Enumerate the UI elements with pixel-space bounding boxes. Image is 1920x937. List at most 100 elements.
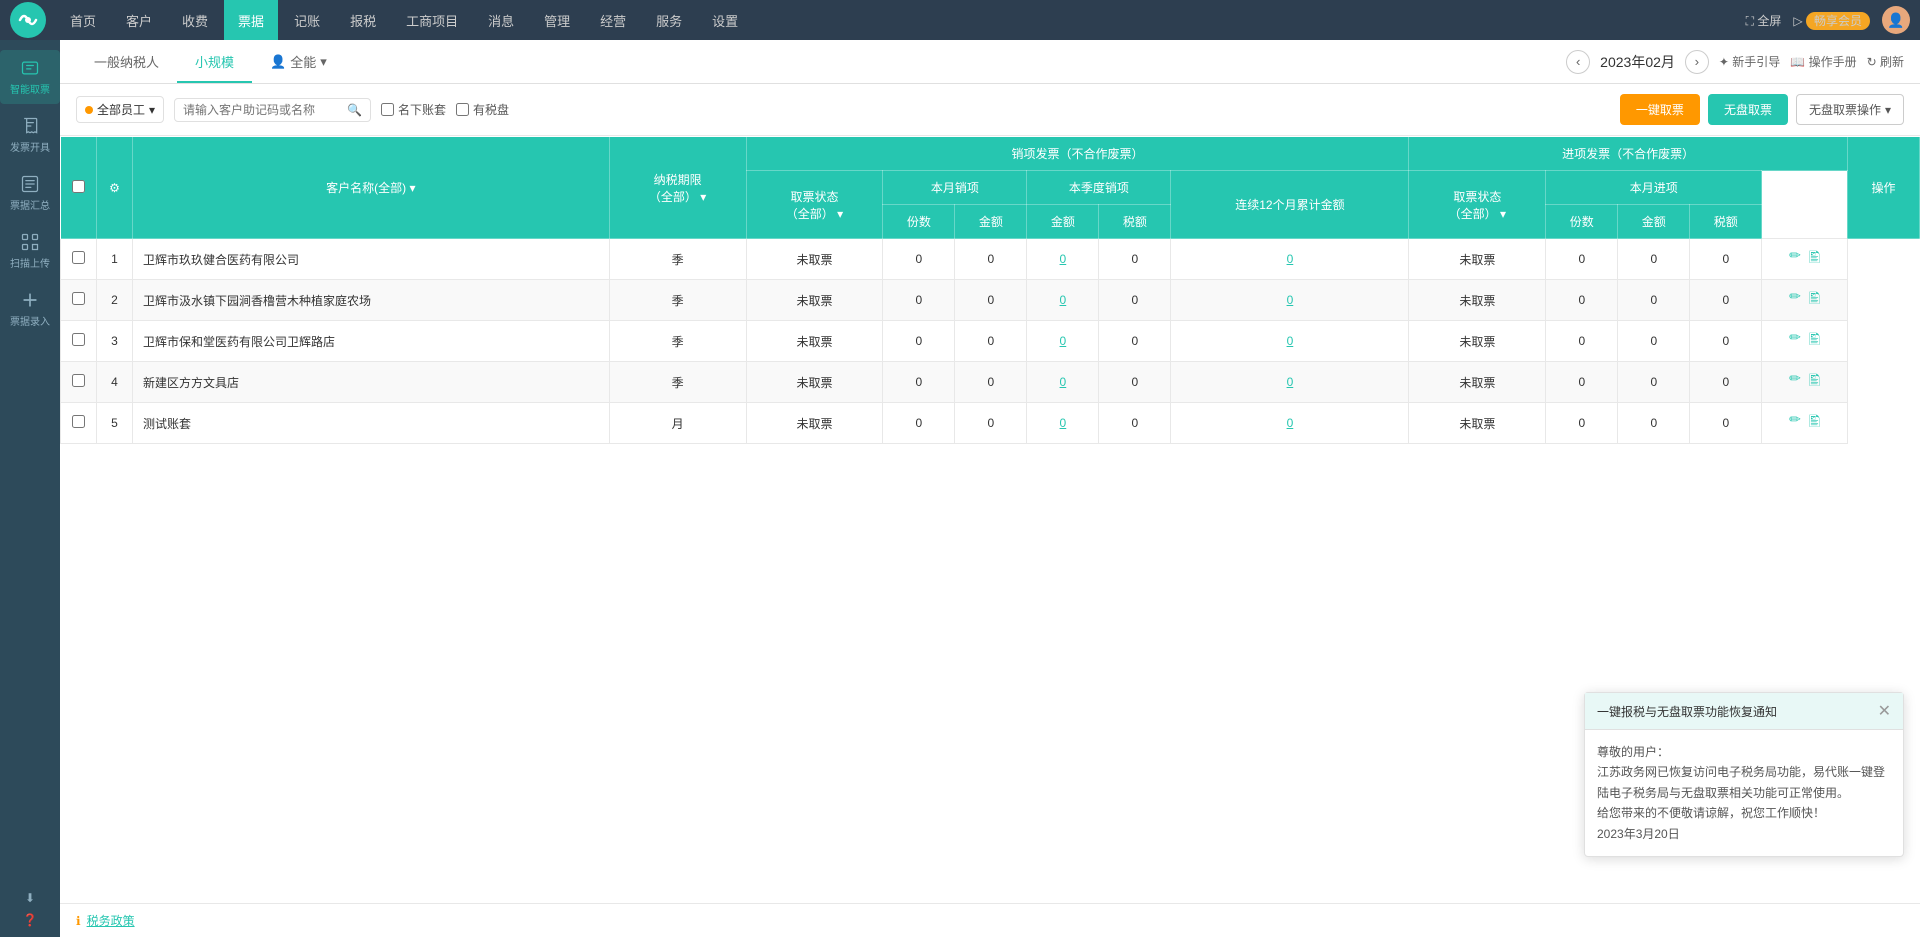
sidebar-item-scan[interactable]: 扫描上传 [0, 224, 60, 278]
col-purchase-count: 份数 [1546, 205, 1618, 239]
sidebar-item-smart-ticket[interactable]: 智能取票 [0, 50, 60, 104]
col-setting: ⚙ [97, 137, 133, 239]
refresh-link[interactable]: ↻ 刷新 [1867, 53, 1904, 70]
col-purchase-tax: 税额 [1690, 205, 1762, 239]
checkbox-own-account[interactable]: 名下账套 [381, 101, 446, 118]
user-avatar[interactable]: 👤 [1882, 6, 1910, 34]
row-sales-12month-1: 0 [1171, 280, 1409, 321]
sidebar-help[interactable]: ❓ [23, 913, 38, 927]
row-checkbox-4[interactable] [61, 403, 97, 444]
view-icon-4[interactable]: 🖺 [1809, 411, 1820, 435]
bottom-bar: ℹ 税务政策 [60, 903, 1920, 937]
row-actions-0: ✏ 🖺 [1762, 239, 1848, 280]
one-click-button[interactable]: 一键取票 [1620, 94, 1700, 125]
tax-policy-link[interactable]: 税务政策 [87, 912, 135, 929]
row-checkbox-2[interactable] [61, 321, 97, 362]
nav-home[interactable]: 首页 [56, 0, 110, 40]
sidebar-label-summary: 票据汇总 [10, 197, 50, 212]
view-icon-2[interactable]: 🖺 [1809, 329, 1820, 353]
tab-small[interactable]: 小规模 [177, 42, 252, 83]
row-sales-12month-4: 0 [1171, 403, 1409, 444]
search-icon[interactable]: 🔍 [347, 103, 362, 117]
manual-link[interactable]: 📖 操作手册 [1790, 53, 1856, 70]
row-purchase-status-4: 未取票 [1409, 403, 1546, 444]
period-prev-button[interactable]: ‹ [1566, 50, 1590, 74]
period-next-button[interactable]: › [1685, 50, 1709, 74]
edit-icon-1[interactable]: ✏ [1789, 288, 1801, 312]
row-purchase-tax-0: 0 [1690, 239, 1762, 280]
nav-manage[interactable]: 管理 [530, 0, 584, 40]
new-guide-link[interactable]: ✦ 新手引导 [1719, 53, 1780, 70]
nav-business[interactable]: 工商项目 [392, 0, 472, 40]
sidebar-download[interactable]: ⬇ [25, 891, 35, 905]
row-sales-season-tax-1: 0 [1099, 280, 1171, 321]
employee-selector[interactable]: 全部员工 ▾ [76, 96, 164, 123]
nav-ticket[interactable]: 票据 [224, 0, 278, 40]
search-input[interactable] [183, 103, 343, 117]
fullscreen-button[interactable]: ⛶ 全屏 [1746, 12, 1782, 29]
top-navigation: 首页 客户 收费 票据 记账 报税 工商项目 消息 管理 经营 服务 设置 ⛶ … [0, 0, 1920, 40]
sidebar-item-summary[interactable]: 票据汇总 [0, 166, 60, 220]
row-sales-month-count-4: 0 [883, 403, 955, 444]
row-sales-status-3: 未取票 [746, 362, 883, 403]
nav-bookkeeping[interactable]: 记账 [280, 0, 334, 40]
nav-message[interactable]: 消息 [474, 0, 528, 40]
row-select-4[interactable] [72, 415, 85, 428]
nav-operation[interactable]: 经营 [586, 0, 640, 40]
edit-icon-0[interactable]: ✏ [1789, 247, 1801, 271]
row-sales-12month-3: 0 [1171, 362, 1409, 403]
nav-billing[interactable]: 收费 [168, 0, 222, 40]
checkbox-tax-disk[interactable]: 有税盘 [456, 101, 509, 118]
nav-service[interactable]: 服务 [642, 0, 696, 40]
row-checkbox-1[interactable] [61, 280, 97, 321]
checkbox-own-account-input[interactable] [381, 103, 394, 116]
row-select-0[interactable] [72, 251, 85, 264]
tabs-left: 一般纳税人 小规模 👤 全能 ▾ [76, 40, 345, 83]
row-sales-season-tax-4: 0 [1099, 403, 1171, 444]
edit-icon-3[interactable]: ✏ [1789, 370, 1801, 394]
period-and-actions: ‹ 2023年02月 › ✦ 新手引导 📖 操作手册 ↻ 刷新 [1566, 50, 1904, 74]
view-icon-0[interactable]: 🖺 [1809, 247, 1820, 271]
table-row: 5 测试账套 月 未取票 0 0 0 0 0 未取票 0 0 0 ✏ 🖺 [61, 403, 1920, 444]
sidebar-item-entry[interactable]: 票据录入 [0, 282, 60, 336]
row-purchase-count-4: 0 [1546, 403, 1618, 444]
table-body: 1 卫辉市玖玖健合医药有限公司 季 未取票 0 0 0 0 0 未取票 0 0 … [61, 239, 1920, 444]
vip-button[interactable]: ▷ 畅享会员 [1793, 12, 1870, 29]
sidebar-label-scan: 扫描上传 [10, 255, 50, 270]
row-no-1: 2 [97, 280, 133, 321]
row-select-1[interactable] [72, 292, 85, 305]
sales-invoice-header: 销项发票（不合作废票） [746, 137, 1409, 171]
edit-icon-2[interactable]: ✏ [1789, 329, 1801, 353]
row-purchase-status-3: 未取票 [1409, 362, 1546, 403]
row-sales-season-amount-4: 0 [1027, 403, 1099, 444]
view-icon-3[interactable]: 🖺 [1809, 370, 1820, 394]
nav-settings[interactable]: 设置 [698, 0, 752, 40]
row-actions-4: ✏ 🖺 [1762, 403, 1848, 444]
no-disk-button[interactable]: 无盘取票 [1708, 94, 1788, 125]
row-checkbox-3[interactable] [61, 362, 97, 403]
row-name-1: 卫辉市汲水镇下园涧香橹营木种植家庭农场 [133, 280, 610, 321]
checkbox-tax-disk-input[interactable] [456, 103, 469, 116]
row-actions-1: ✏ 🖺 [1762, 280, 1848, 321]
notification-close-button[interactable]: ✕ [1878, 701, 1891, 721]
edit-icon-4[interactable]: ✏ [1789, 411, 1801, 435]
nav-tax[interactable]: 报税 [336, 0, 390, 40]
row-select-3[interactable] [72, 374, 85, 387]
table-row: 1 卫辉市玖玖健合医药有限公司 季 未取票 0 0 0 0 0 未取票 0 0 … [61, 239, 1920, 280]
row-no-0: 1 [97, 239, 133, 280]
row-select-2[interactable] [72, 333, 85, 346]
nav-customer[interactable]: 客户 [112, 0, 166, 40]
tab-all[interactable]: 👤 全能 ▾ [252, 42, 345, 83]
table-row: 3 卫辉市保和堂医药有限公司卫辉路店 季 未取票 0 0 0 0 0 未取票 0… [61, 321, 1920, 362]
no-disk-ops-button[interactable]: 无盘取票操作 ▾ [1796, 94, 1904, 125]
sidebar-item-invoice[interactable]: 发票开具 [0, 108, 60, 162]
row-purchase-tax-1: 0 [1690, 280, 1762, 321]
logo-icon [10, 2, 46, 38]
select-all-checkbox[interactable] [72, 180, 85, 193]
row-purchase-count-3: 0 [1546, 362, 1618, 403]
tab-general[interactable]: 一般纳税人 [76, 42, 177, 83]
row-checkbox-0[interactable] [61, 239, 97, 280]
view-icon-1[interactable]: 🖺 [1809, 288, 1820, 312]
row-sales-month-count-3: 0 [883, 362, 955, 403]
row-sales-status-1: 未取票 [746, 280, 883, 321]
